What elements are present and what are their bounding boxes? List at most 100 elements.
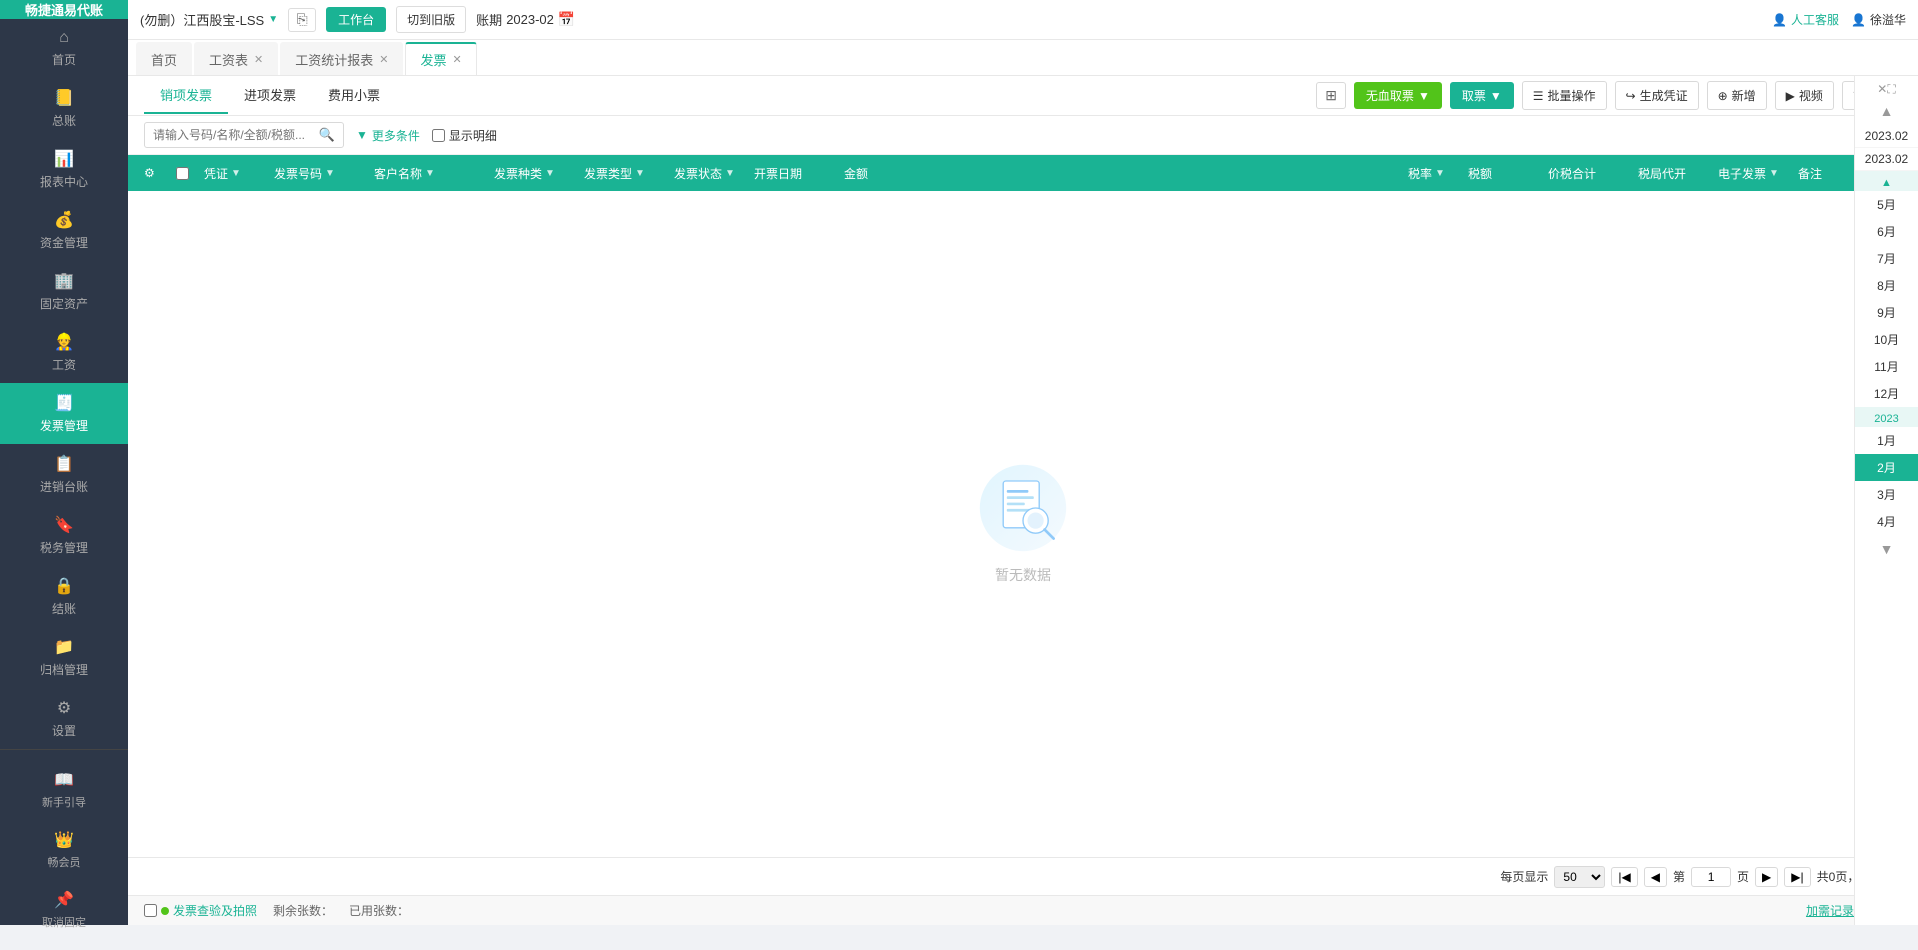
first-page-btn[interactable]: |◀ (1611, 867, 1637, 887)
subtab-purchase-invoice[interactable]: 进项发票 (228, 77, 312, 114)
month-4[interactable]: 4月 (1855, 508, 1918, 535)
th-total: 价税合计 (1540, 165, 1630, 182)
sidebar-item-funds[interactable]: 💰 资金管理 (0, 200, 128, 261)
invoice-verify-label: 发票查验及拍照 (144, 902, 257, 919)
report-icon: 📊 (54, 149, 74, 169)
statusbar: 发票查验及拍照 剩余张数： 已用张数： 加需记录 去充值 (128, 895, 1918, 925)
search-box[interactable]: 🔍 (144, 122, 344, 148)
work-bench-btn[interactable]: 工作台 (326, 7, 386, 32)
month-3[interactable]: 3月 (1855, 481, 1918, 508)
no-take-btn[interactable]: 无血取票 ▼ (1354, 82, 1442, 109)
sidebar-item-settings[interactable]: ⚙ 设置 (0, 688, 128, 749)
last-page-btn[interactable]: ▶| (1784, 867, 1810, 887)
grid-view-btn[interactable]: ⊞ (1316, 82, 1346, 109)
th-tax-rate-filter[interactable]: ▼ (1435, 168, 1445, 179)
next-page-btn[interactable]: ▶ (1755, 867, 1778, 887)
month-2[interactable]: 2月 (1855, 454, 1918, 481)
more-conditions-btn[interactable]: ▼ 更多条件 (356, 127, 420, 144)
calendar-icon[interactable]: 📅 (558, 11, 575, 28)
th-invoice-no-filter[interactable]: ▼ (325, 168, 335, 179)
month-9[interactable]: 9月 (1855, 299, 1918, 326)
th-settings[interactable]: ⚙ (136, 166, 168, 180)
sidebar-item-sales[interactable]: 📋 进销台账 (0, 444, 128, 505)
th-invoice-status-filter[interactable]: ▼ (725, 168, 735, 179)
sidebar-item-closing[interactable]: 🔒 结账 (0, 566, 128, 627)
date-entry-2[interactable]: 2023.02 (1855, 148, 1918, 171)
tab-invoice[interactable]: 发票 ✕ (405, 42, 476, 75)
add-btn[interactable]: ⊕ 新增 (1707, 81, 1767, 110)
company-selector[interactable]: (勿删）江西股宝-LSS ▼ (140, 10, 278, 29)
sidebar-item-assets[interactable]: 🏢 固定资产 (0, 261, 128, 322)
sidebar-pin-btn[interactable]: 📌 取消固定 (0, 880, 128, 940)
sidebar-item-ledger[interactable]: 📒 总账 (0, 78, 128, 139)
show-detail-label[interactable]: 显示明细 (432, 127, 497, 144)
subtab-sales-invoice[interactable]: 销项发票 (144, 77, 228, 114)
invoice-icon: 🧾 (54, 393, 74, 413)
th-customer-filter[interactable]: ▼ (425, 168, 435, 179)
prev-page-btn[interactable]: ◀ (1644, 867, 1667, 887)
tab-payroll-report-close[interactable]: ✕ (379, 53, 388, 66)
sidebar-item-member[interactable]: 👑 畅会员 (0, 820, 128, 880)
th-e-invoice-filter[interactable]: ▼ (1769, 168, 1779, 179)
month-10[interactable]: 10月 (1855, 326, 1918, 353)
th-voucher-filter[interactable]: ▼ (231, 168, 241, 179)
user-menu[interactable]: 👤 徐溢华 (1851, 11, 1906, 28)
tax-icon: 🔖 (54, 515, 74, 535)
per-page-select[interactable]: 50 10 20 100 (1554, 866, 1605, 888)
sidebar-item-invoice[interactable]: 🧾 发票管理 (0, 383, 128, 444)
th-voucher: 凭证 ▼ (196, 165, 266, 182)
month-1[interactable]: 1月 (1855, 427, 1918, 454)
batch-op-btn[interactable]: ☰ 批量操作 (1522, 81, 1607, 110)
purchase-history-link[interactable]: 加需记录 (1806, 902, 1854, 919)
generate-voucher-btn[interactable]: ↪ 生成凭证 (1615, 81, 1699, 110)
filterbar: 🔍 ▼ 更多条件 显示明细 (128, 116, 1918, 155)
panel-scroll-down[interactable]: ▼ (1855, 535, 1918, 563)
copy-company-btn[interactable]: ⎘ (288, 8, 316, 32)
switch-version-btn[interactable]: 切到旧版 (396, 6, 466, 33)
payroll-icon: 👷 (54, 332, 74, 352)
tab-payroll-report[interactable]: 工资统计报表 ✕ (280, 42, 403, 75)
sidebar-item-payroll[interactable]: 👷 工资 (0, 322, 128, 383)
tab-payroll[interactable]: 工资表 ✕ (194, 42, 278, 75)
sidebar-item-tax[interactable]: 🔖 税务管理 (0, 505, 128, 566)
date-entry-1[interactable]: 2023.02 (1855, 125, 1918, 148)
panel-close-btn[interactable]: ✕ (1877, 82, 1887, 97)
period-value: 2023-02 (506, 12, 554, 27)
subtab-expense-receipt[interactable]: 费用小票 (312, 77, 396, 114)
page-input[interactable] (1691, 867, 1731, 887)
video-btn[interactable]: ▶ 视频 (1775, 81, 1834, 110)
th-tax-rate: 税率 ▼ (1400, 165, 1460, 182)
toolbar-actions: ⊞ 无血取票 ▼ 取票 ▼ ☰ 批量操作 ↪ 生成凭证 ⊕ (1316, 81, 1902, 110)
assets-icon: 🏢 (54, 271, 74, 291)
sidebar-bottom: 📖 新手引导 👑 畅会员 📌 取消固定 (0, 749, 128, 950)
sidebar-item-archive[interactable]: 📁 归档管理 (0, 627, 128, 688)
th-checkbox[interactable] (168, 167, 196, 180)
take-invoice-btn[interactable]: 取票 ▼ (1450, 82, 1514, 109)
app-logo: 畅捷通易代账 (0, 0, 128, 19)
pin-icon: 📌 (54, 890, 74, 910)
tab-invoice-close[interactable]: ✕ (453, 53, 462, 66)
add-circle-icon: ⊕ (1718, 89, 1728, 103)
panel-expand-btn[interactable]: ⛶ (1887, 82, 1895, 97)
th-invoice-category-filter[interactable]: ▼ (635, 168, 645, 179)
month-8[interactable]: 8月 (1855, 272, 1918, 299)
search-input[interactable] (153, 128, 313, 142)
tab-payroll-close[interactable]: ✕ (254, 53, 263, 66)
month-5[interactable]: 5月 (1855, 191, 1918, 218)
tab-home[interactable]: 首页 (136, 42, 192, 75)
th-invoice-type-filter[interactable]: ▼ (545, 168, 555, 179)
show-detail-checkbox[interactable] (432, 129, 445, 142)
month-11[interactable]: 11月 (1855, 353, 1918, 380)
sidebar-item-guide[interactable]: 📖 新手引导 (0, 760, 128, 820)
select-all-checkbox[interactable] (176, 167, 189, 180)
filter-icon: ▼ (356, 128, 368, 142)
panel-scroll-up[interactable]: ▲ (1855, 97, 1918, 125)
month-6[interactable]: 6月 (1855, 218, 1918, 245)
th-invoice-type: 发票种类 ▼ (486, 165, 576, 182)
sidebar-item-reports[interactable]: 📊 报表中心 (0, 139, 128, 200)
invoice-verify-checkbox[interactable] (144, 904, 157, 917)
sidebar-item-home[interactable]: ⌂ 首页 (0, 19, 128, 78)
month-7[interactable]: 7月 (1855, 245, 1918, 272)
service-btn[interactable]: 👤 人工客服 (1772, 11, 1839, 28)
month-12[interactable]: 12月 (1855, 380, 1918, 407)
